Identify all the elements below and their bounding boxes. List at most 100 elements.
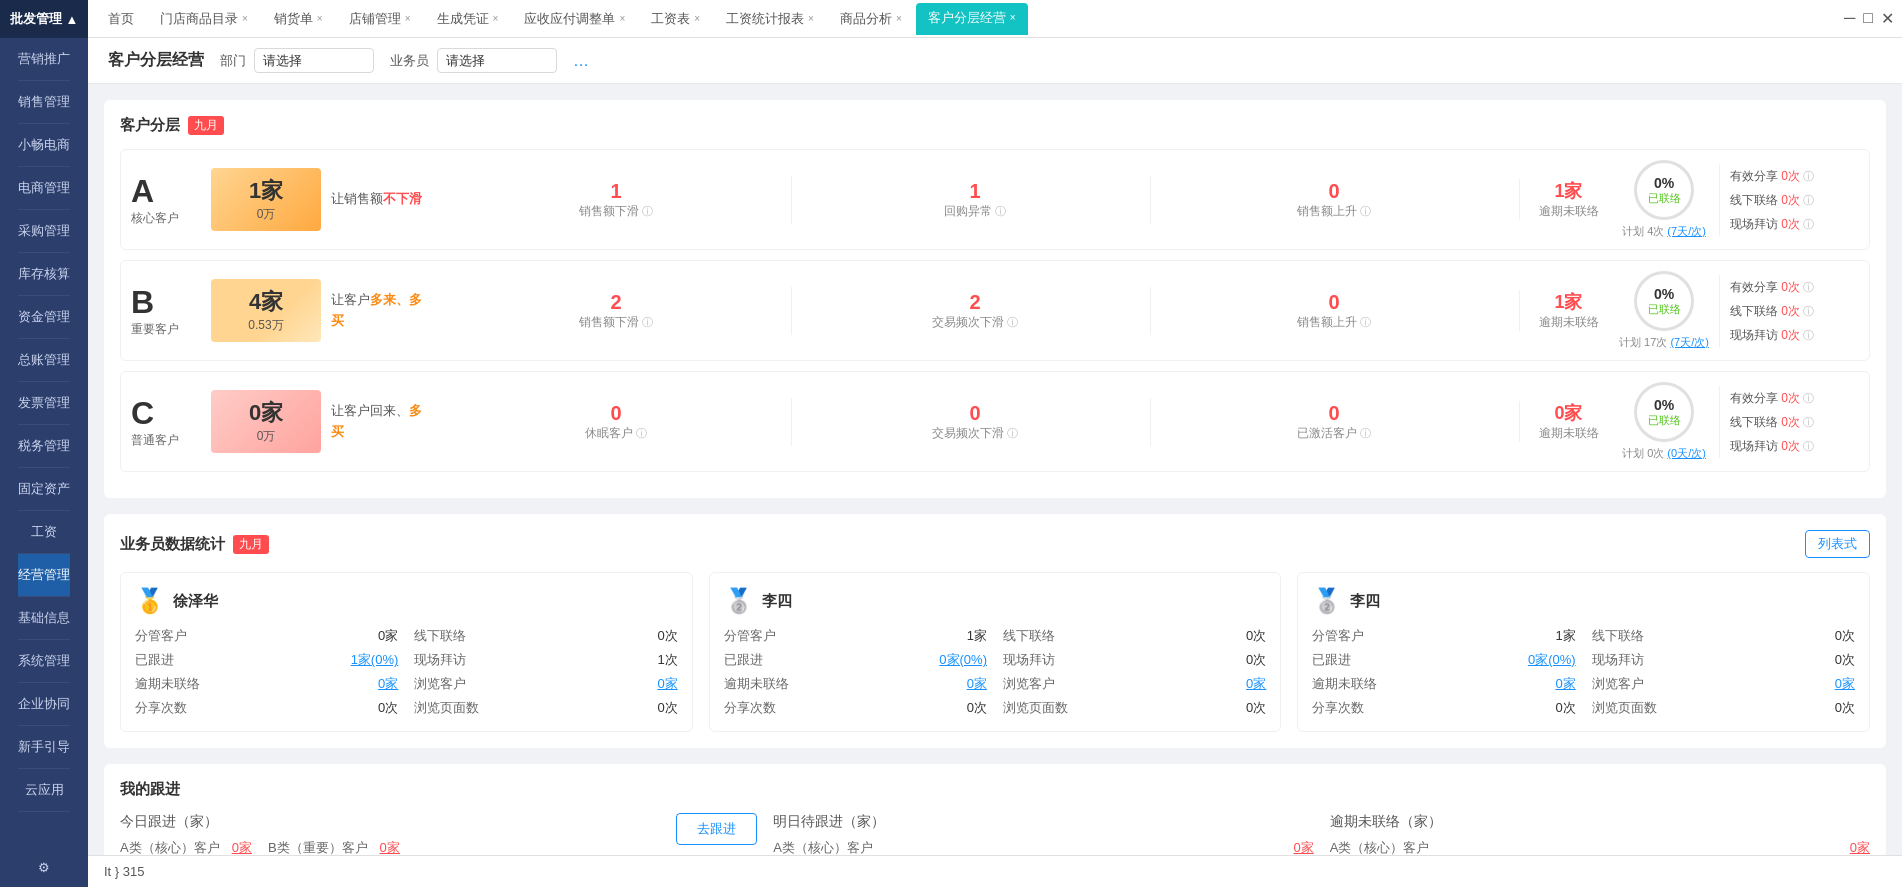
followup-row-value[interactable]: 0家 (232, 839, 252, 855)
sidebar-item-zzgl[interactable]: 总账管理 (18, 339, 70, 382)
tab-customer-tier[interactable]: 客户分层经营× (916, 3, 1028, 35)
tab-payroll[interactable]: 工资表× (639, 4, 712, 34)
sidebar-item-xtgl[interactable]: 系统管理 (18, 640, 70, 683)
list-view-button[interactable]: 列表式 (1805, 530, 1870, 558)
info-icon[interactable]: ⓘ (1007, 315, 1018, 330)
info-icon[interactable]: ⓘ (1007, 426, 1018, 441)
staff-header-0: 🥇 徐泽华 (135, 587, 678, 615)
tier-circle-b: 0% 已联络 计划 17次 (7天/次) (1619, 271, 1709, 350)
sidebar-item-qyxy[interactable]: 企业协同 (18, 683, 70, 726)
followup-section: 我的跟进 今日跟进（家） A类（核心）客户0家B类（重要）客户0家 去跟进 明日… (104, 764, 1886, 855)
tier-b-stat-1: 2 交易频次下滑 ⓘ (800, 287, 1151, 335)
sidebar-item-fpgl[interactable]: 发票管理 (18, 382, 70, 425)
info-icon[interactable]: ⓘ (1803, 329, 1814, 341)
customer-tier-section: 客户分层 九月 A 核心客户 1家 0万 让销售额不下滑 1 销售额下滑 ⓘ 1… (104, 100, 1886, 498)
sidebar-item-zjgl[interactable]: 资金管理 (18, 296, 70, 339)
plan-link-a[interactable]: (7天/次) (1667, 225, 1706, 237)
plan-link-b[interactable]: (7天/次) (1670, 336, 1709, 348)
dept-select[interactable]: 请选择 (254, 48, 374, 73)
info-icon[interactable]: ⓘ (995, 204, 1006, 219)
sidebar-item-jcxx[interactable]: 基础信息 (18, 597, 70, 640)
info-icon[interactable]: ⓘ (1360, 204, 1371, 219)
plan-link-c[interactable]: (0天/次) (1667, 447, 1706, 459)
tab-goods-analysis[interactable]: 商品分析× (828, 4, 914, 34)
tab-close-voucher[interactable]: × (493, 13, 499, 24)
sidebar-item-kchs[interactable]: 库存核算 (18, 253, 70, 296)
tier-overdue-b: 1家 逾期未联络 (1519, 290, 1609, 331)
window-minimize-icon[interactable]: ─ (1844, 9, 1855, 28)
tab-close-goods-analysis[interactable]: × (896, 13, 902, 24)
tier-count-box-a: 1家 0万 (211, 168, 321, 231)
info-icon[interactable]: ⓘ (1803, 194, 1814, 206)
staff-stat-item: 现场拜访 0次 (1003, 651, 1266, 669)
sidebar-item-yxsb[interactable]: 营销推广 (18, 38, 70, 81)
tab-close-payroll[interactable]: × (694, 13, 700, 24)
staff-header-2: 🥈 李四 (1312, 587, 1855, 615)
info-icon[interactable]: ⓘ (642, 204, 653, 219)
tab-payroll-report[interactable]: 工资统计报表× (714, 4, 826, 34)
sidebar-item-xbds[interactable]: 小畅电商 (18, 124, 70, 167)
tab-close-sales-order[interactable]: × (317, 13, 323, 24)
tab-sales-order[interactable]: 销货单 × (262, 4, 335, 34)
staff-stats-title: 业务员数据统计 (120, 535, 225, 554)
tier-a-stat-num-1: 1 (808, 180, 1142, 203)
tier-overdue-c: 0家 逾期未联络 (1519, 401, 1609, 442)
tab-close-store-mgmt[interactable]: × (405, 13, 411, 24)
followup-row-label: A类（核心）客户 (773, 839, 873, 855)
tier-action-a: 让销售额不下滑 (331, 189, 431, 210)
staff-stat-item: 已跟进 1家(0%) (135, 651, 398, 669)
sidebar-top[interactable]: 批发管理 ▲ (0, 0, 88, 38)
tier-stats-a: 1 销售额下滑 ⓘ 1 回购异常 ⓘ 0 销售额上升 ⓘ (441, 176, 1509, 224)
info-icon[interactable]: ⓘ (1803, 170, 1814, 182)
info-icon[interactable]: ⓘ (1803, 281, 1814, 293)
tier-stats-c: 0 休眠客户 ⓘ 0 交易频次下滑 ⓘ 0 已激活客户 ⓘ (441, 398, 1509, 446)
tier-c-stat-num-2: 0 (1167, 402, 1501, 425)
sidebar-item-gz[interactable]: 工资 (18, 511, 70, 554)
sidebar-item-xsyd[interactable]: 新手引导 (18, 726, 70, 769)
sidebar-item-gdzy[interactable]: 固定资产 (18, 468, 70, 511)
info-icon[interactable]: ⓘ (1803, 305, 1814, 317)
sidebar-item-cggl[interactable]: 采购管理 (18, 210, 70, 253)
list-view-btn[interactable]: 列表式 (1805, 530, 1870, 558)
staff-stat-item: 线下联络 0次 (1003, 627, 1266, 645)
tab-label-store-items: 门店商品目录 (160, 10, 238, 28)
tab-store-items[interactable]: 门店商品目录 × (148, 4, 260, 34)
tier-row-c: C 普通客户 0家 0万 让客户回来、多买 0 休眠客户 ⓘ 0 交易频次下滑 … (120, 371, 1870, 472)
tab-store-mgmt[interactable]: 店铺管理× (337, 4, 423, 34)
info-icon[interactable]: ⓘ (1803, 440, 1814, 452)
sidebar-top-label: 批发管理 (10, 10, 62, 28)
sidebar-item-dsgl[interactable]: 电商管理 (18, 167, 70, 210)
info-icon[interactable]: ⓘ (636, 426, 647, 441)
goto-followup-button[interactable]: 去跟进 (676, 813, 757, 845)
window-close-icon[interactable]: ✕ (1881, 9, 1894, 28)
sidebar-item-xsgl[interactable]: 销售管理 (18, 81, 70, 124)
tab-close-receivable[interactable]: × (619, 13, 625, 24)
followup-row: A类（核心）客户0家 (1330, 839, 1870, 855)
staff-select[interactable]: 请选择 (437, 48, 557, 73)
staff-stats-grid-2: 分管客户 1家 线下联络 0次 已跟进 0家(0%) 现场拜访 0次 (1312, 627, 1855, 717)
followup-row-value[interactable]: 0家 (380, 839, 400, 855)
sidebar-item-yyy[interactable]: 云应用 (18, 769, 70, 812)
dept-label: 部门 (220, 52, 246, 70)
tab-close-payroll-report[interactable]: × (808, 13, 814, 24)
bottom-bar: It } 315 (88, 855, 1902, 887)
tab-close-customer-tier[interactable]: × (1010, 12, 1016, 23)
followup-row-value[interactable]: 0家 (1293, 839, 1313, 855)
tab-home[interactable]: 首页 (96, 4, 146, 34)
info-icon[interactable]: ⓘ (1803, 416, 1814, 428)
info-icon[interactable]: ⓘ (642, 315, 653, 330)
more-filter-button[interactable]: … (573, 52, 591, 70)
info-icon[interactable]: ⓘ (1360, 426, 1371, 441)
window-maximize-icon[interactable]: □ (1863, 9, 1873, 28)
tab-close-store-items[interactable]: × (242, 13, 248, 24)
sidebar-item-jygl[interactable]: 经营管理 (18, 554, 70, 597)
followup-row-value[interactable]: 0家 (1850, 839, 1870, 855)
sidebar-item-ssgl[interactable]: 税务管理 (18, 425, 70, 468)
tab-label-sales-order: 销货单 (274, 10, 313, 28)
info-icon[interactable]: ⓘ (1803, 392, 1814, 404)
info-icon[interactable]: ⓘ (1803, 218, 1814, 230)
info-icon[interactable]: ⓘ (1360, 315, 1371, 330)
settings-button[interactable]: ⚙ (0, 848, 88, 887)
tab-receivable[interactable]: 应收应付调整单× (512, 4, 637, 34)
tab-voucher[interactable]: 生成凭证× (425, 4, 511, 34)
